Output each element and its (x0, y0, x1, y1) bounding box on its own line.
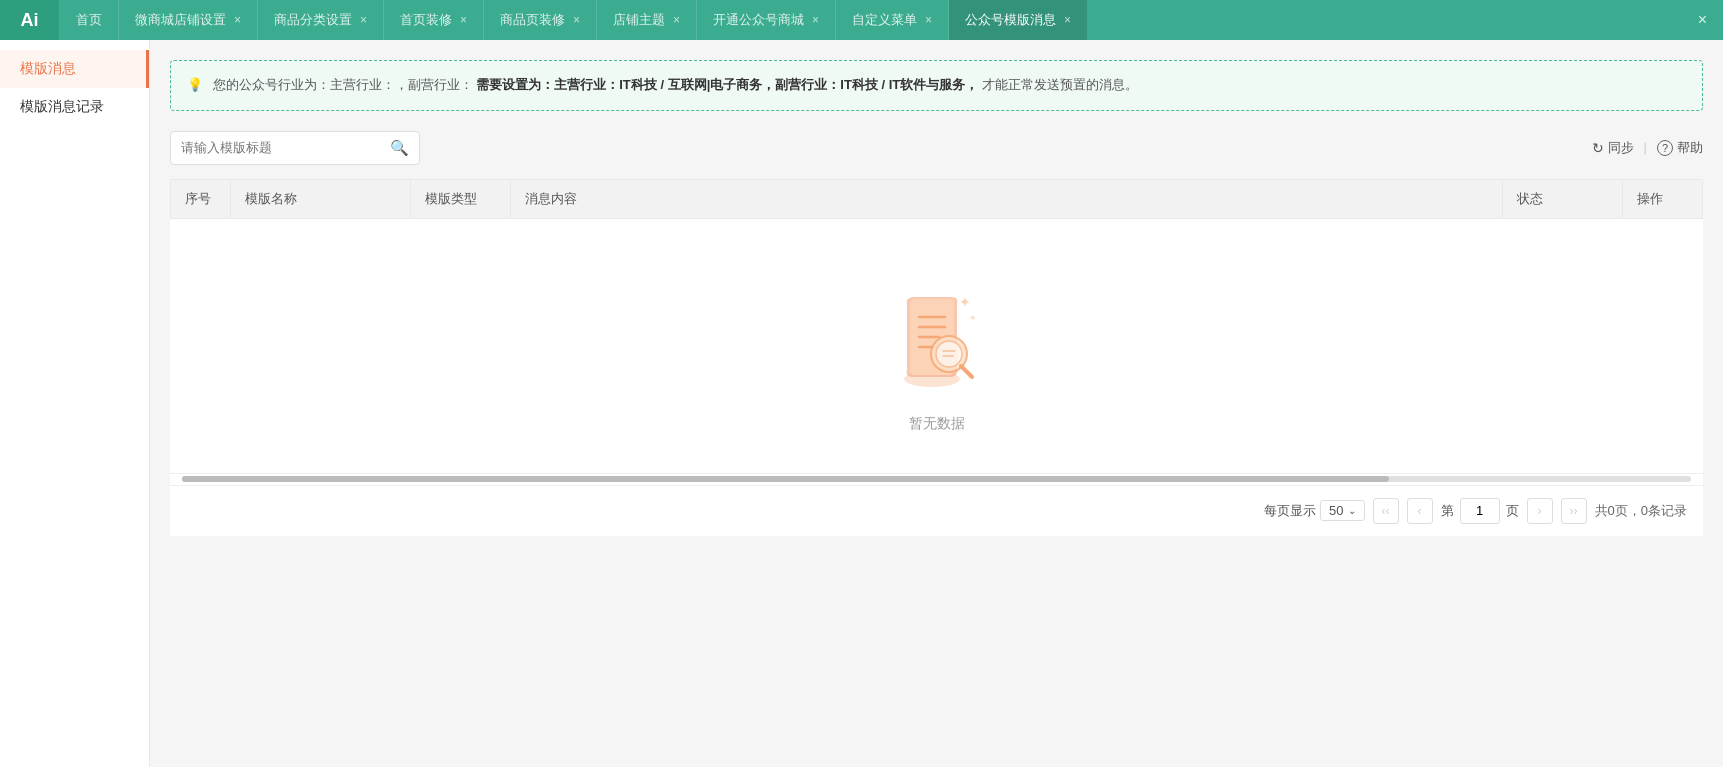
tab-item-shop-settings[interactable]: 微商城店铺设置× (119, 0, 258, 40)
empty-text: 暂无数据 (191, 415, 1683, 433)
sync-label: 同步 (1608, 139, 1634, 157)
empty-state: ✦ ✦ 暂无数据 (171, 219, 1703, 473)
prev-page-button[interactable]: ‹ (1407, 498, 1433, 524)
search-input[interactable] (181, 140, 390, 155)
search-input-wrap[interactable]: 🔍 (170, 131, 420, 165)
table-body: ✦ ✦ 暂无数据 (171, 218, 1703, 473)
tab-close-open-mall[interactable]: × (812, 13, 819, 27)
help-label: 帮助 (1677, 139, 1703, 157)
data-table: 序号模版名称模版类型消息内容状态操作 (170, 179, 1703, 473)
page-size-value: 50 (1329, 503, 1343, 518)
notice-highlight: 需要设置为：主营行业：IT科技 / 互联网|电子商务，副营行业：IT科技 / I… (476, 77, 978, 92)
col-header-status: 状态 (1503, 179, 1623, 218)
col-header-type: 模版类型 (411, 179, 511, 218)
tab-bar: Ai 首页微商城店铺设置×商品分类设置×首页装修×商品页装修×店铺主题×开通公众… (0, 0, 1723, 40)
app-logo: Ai (0, 0, 60, 40)
next-page-button[interactable]: › (1527, 498, 1553, 524)
svg-text:✦: ✦ (959, 294, 971, 310)
sidebar: 模版消息模版消息记录 (0, 40, 150, 767)
col-header-index: 序号 (171, 179, 231, 218)
sidebar-item-template-msg[interactable]: 模版消息 (0, 50, 149, 88)
tab-item-template-msg[interactable]: 公众号模版消息× (949, 0, 1088, 40)
tab-item-custom-menu[interactable]: 自定义菜单× (836, 0, 949, 40)
tab-item-product-decor[interactable]: 商品页装修× (484, 0, 597, 40)
pagination: 每页显示 50 ⌄ ‹‹ ‹ 第 页 › ›› 共0页，0条记录 (170, 485, 1703, 536)
tab-close-shop-theme[interactable]: × (673, 13, 680, 27)
help-icon: ? (1657, 140, 1673, 156)
page-number-input[interactable] (1460, 498, 1500, 524)
notice-banner: 💡 您的公众号行业为：主营行业：，副营行业： 需要设置为：主营行业：IT科技 /… (170, 60, 1703, 111)
svg-line-7 (961, 366, 972, 377)
col-header-name: 模版名称 (231, 179, 411, 218)
scrollbar-track[interactable] (170, 473, 1703, 485)
sidebar-item-template-msg-log[interactable]: 模版消息记录 (0, 88, 149, 126)
search-icon[interactable]: 🔍 (390, 139, 409, 157)
notice-icon: 💡 (187, 77, 203, 92)
page-suffix-label: 页 (1506, 502, 1519, 520)
tab-item-category-settings[interactable]: 商品分类设置× (258, 0, 384, 40)
svg-point-6 (936, 341, 962, 367)
table-wrap: 序号模版名称模版类型消息内容状态操作 (170, 179, 1703, 536)
close-all-button[interactable]: × (1682, 11, 1723, 29)
sync-icon: ↻ (1592, 140, 1604, 156)
sidebar-items: 模版消息模版消息记录 (0, 50, 149, 126)
scrollbar-inner (182, 476, 1691, 482)
page-size-select: 每页显示 50 ⌄ (1264, 500, 1364, 521)
content-area: 💡 您的公众号行业为：主营行业：，副营行业： 需要设置为：主营行业：IT科技 /… (150, 40, 1723, 767)
chevron-down-icon: ⌄ (1348, 505, 1356, 516)
main-layout: 模版消息模版消息记录 💡 您的公众号行业为：主营行业：，副营行业： 需要设置为：… (0, 40, 1723, 767)
tab-item-home[interactable]: 首页 (60, 0, 119, 40)
total-info: 共0页，0条记录 (1595, 502, 1687, 520)
notice-prefix: 您的公众号行业为：主营行业：，副营行业： (213, 77, 473, 92)
tab-close-product-decor[interactable]: × (573, 13, 580, 27)
tab-close-custom-menu[interactable]: × (925, 13, 932, 27)
page-size-dropdown[interactable]: 50 ⌄ (1320, 500, 1364, 521)
tab-close-template-msg[interactable]: × (1064, 13, 1071, 27)
page-input-wrap: 第 页 (1441, 498, 1519, 524)
tab-item-homepage-decor[interactable]: 首页装修× (384, 0, 484, 40)
sync-button[interactable]: ↻ 同步 (1592, 139, 1634, 157)
tabs-container: 首页微商城店铺设置×商品分类设置×首页装修×商品页装修×店铺主题×开通公众号商城… (60, 0, 1088, 40)
col-header-action: 操作 (1623, 179, 1703, 218)
col-header-content: 消息内容 (511, 179, 1503, 218)
svg-text:✦: ✦ (969, 313, 977, 323)
help-button[interactable]: ? 帮助 (1657, 139, 1703, 157)
page-size-label: 每页显示 (1264, 502, 1316, 520)
notice-suffix: 才能正常发送预置的消息。 (982, 77, 1138, 92)
first-page-button[interactable]: ‹‹ (1373, 498, 1399, 524)
toolbar-divider: | (1644, 140, 1647, 155)
tab-close-homepage-decor[interactable]: × (460, 13, 467, 27)
tab-item-shop-theme[interactable]: 店铺主题× (597, 0, 697, 40)
empty-illustration: ✦ ✦ (877, 279, 997, 399)
table-header-row: 序号模版名称模版类型消息内容状态操作 (171, 179, 1703, 218)
tab-close-category-settings[interactable]: × (360, 13, 367, 27)
scrollbar-thumb[interactable] (182, 476, 1389, 482)
last-page-button[interactable]: ›› (1561, 498, 1587, 524)
search-bar: 🔍 ↻ 同步 | ? 帮助 (170, 131, 1703, 165)
page-prefix-label: 第 (1441, 502, 1454, 520)
tab-item-open-mall[interactable]: 开通公众号商城× (697, 0, 836, 40)
toolbar-right: ↻ 同步 | ? 帮助 (1592, 139, 1703, 157)
tab-close-shop-settings[interactable]: × (234, 13, 241, 27)
